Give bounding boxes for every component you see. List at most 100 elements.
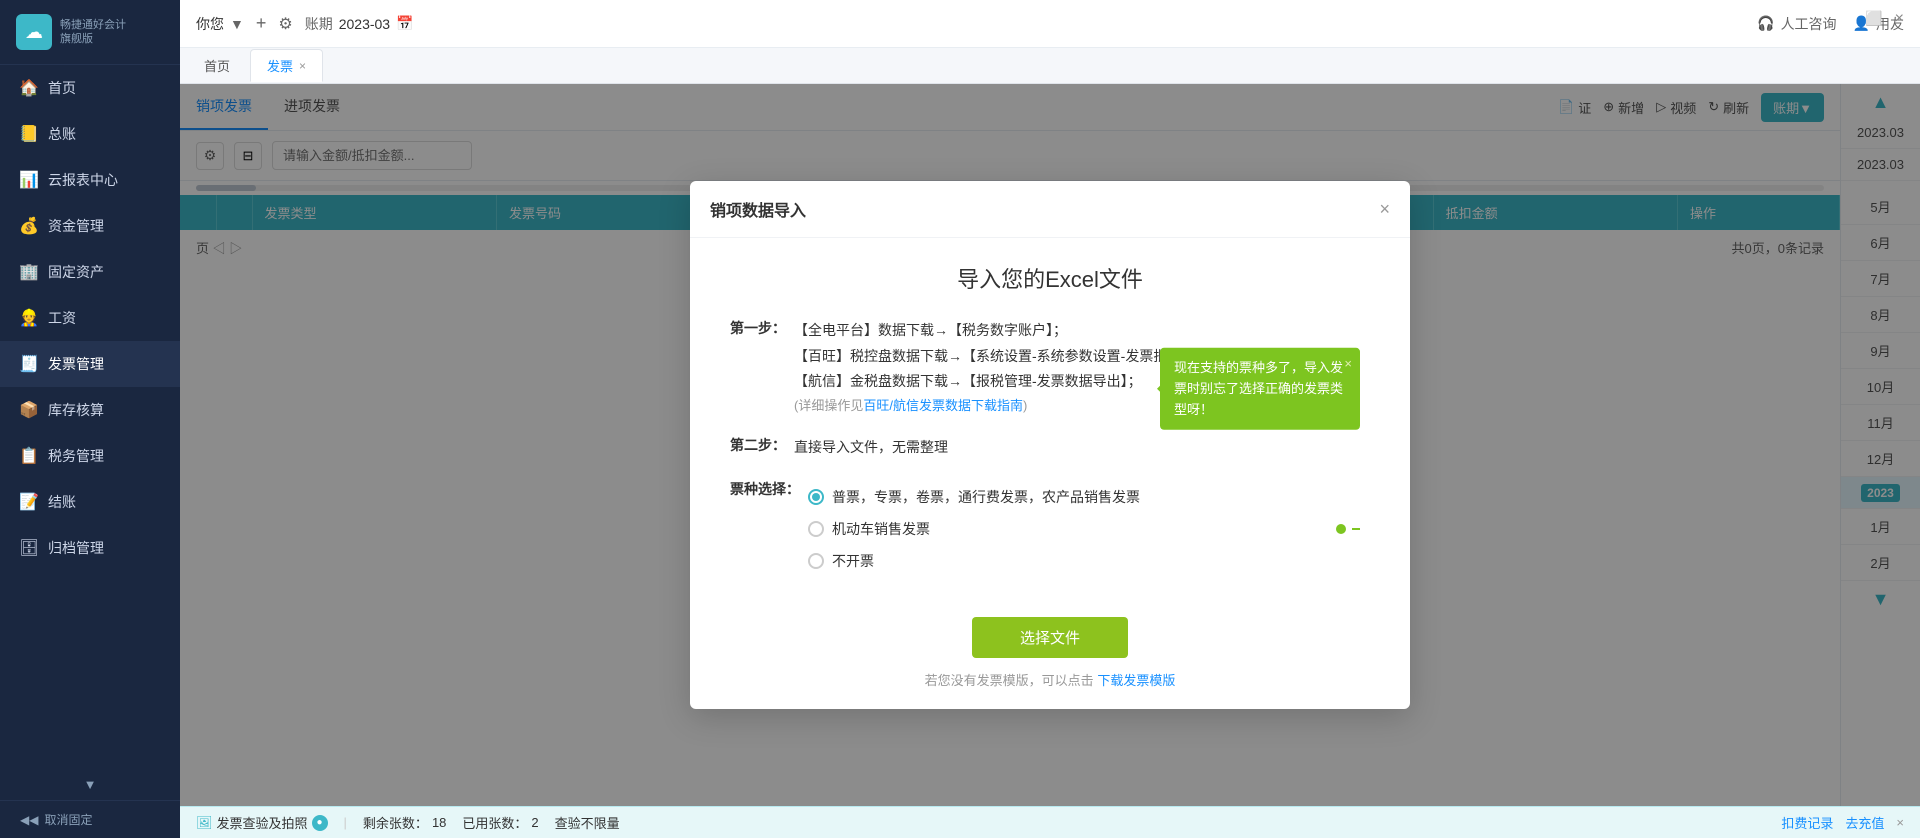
sidebar: ☁ 畅捷通好会计 旗舰版 🏠 首页 📒 总账 📊 云报表中心 💰 资金管	[0, 0, 180, 838]
sidebar-item-salary[interactable]: 👷 工资	[0, 295, 180, 341]
sidebar-item-label: 首页	[48, 78, 76, 98]
download-template-link[interactable]: 下载发票模版	[1097, 673, 1175, 688]
consult-button[interactable]: 🎧 人工咨询	[1757, 14, 1836, 34]
pin-icon: ◀◀	[20, 813, 38, 827]
window-maximize-btn[interactable]: ⬜	[1865, 10, 1882, 28]
salary-icon: 👷	[20, 309, 38, 327]
sidebar-item-cloud-report[interactable]: 📊 云报表中心	[0, 157, 180, 203]
sidebar-item-settle[interactable]: 📝 结账	[0, 479, 180, 525]
invoice-icon: 🧾	[20, 355, 38, 373]
divider-1: |	[344, 815, 347, 830]
recharge-btn[interactable]: 去充值	[1845, 813, 1884, 832]
radio-label: 票种选择：	[730, 479, 800, 499]
sidebar-item-archive[interactable]: 🗄 归档管理	[0, 525, 180, 571]
template-link-row: 若您没有发票模版，可以点击 下载发票模版	[925, 670, 1176, 689]
sidebar-item-label: 结账	[48, 492, 76, 512]
app-logo-icon: ☁	[16, 14, 52, 50]
tab-close-icon[interactable]: ×	[299, 59, 306, 73]
check-limit-item: 查验不限量	[555, 813, 620, 832]
radio-row-1[interactable]: 机动车销售发票	[808, 519, 1140, 539]
sidebar-item-invoice[interactable]: 🧾 发票管理	[0, 341, 180, 387]
sidebar-scroll-down[interactable]: ▼	[0, 769, 180, 800]
radio-btn-2[interactable]	[808, 553, 824, 569]
modal-header: 销项数据导入 ×	[690, 181, 1410, 238]
sidebar-unpin-btn[interactable]: ◀◀ 取消固定	[0, 800, 180, 838]
modal-close-btn[interactable]: ×	[1379, 199, 1390, 220]
radio-row-0[interactable]: 普票，专票，卷票，通行费发票，农产品销售发票	[808, 487, 1140, 507]
topbar: 你您 ▼ + ⚙ 账期 2023-03 📅 🎧 人工咨询 👤 用友	[180, 0, 1920, 48]
invoice-check-badge: ●	[312, 815, 328, 831]
sidebar-item-label: 税务管理	[48, 446, 104, 466]
status-bar: 🖼 发票查验及拍照 ● | 剩余张数： 18 已用张数： 2 查验不限量 扣费记…	[180, 806, 1920, 838]
sidebar-logo: ☁ 畅捷通好会计 旗舰版	[0, 0, 180, 65]
invoice-check-item: 🖼 发票查验及拍照 ●	[196, 813, 328, 832]
headset-icon: 🎧	[1757, 15, 1774, 32]
inventory-icon: 📦	[20, 401, 38, 419]
sidebar-item-inventory[interactable]: 📦 库存核算	[0, 387, 180, 433]
step2-content: 直接导入文件，无需整理	[794, 435, 948, 460]
ledger-icon: 📒	[20, 125, 38, 143]
tax-icon: 📋	[20, 447, 38, 465]
sidebar-nav: 🏠 首页 📒 总账 📊 云报表中心 💰 资金管理 🏢 固定资产 👷 工资	[0, 65, 180, 769]
modal-overlay: 销项数据导入 × 导入您的Excel文件 第一步： 【全电平台】数据下载→【税务…	[180, 84, 1920, 806]
tooltip-text: 现在支持的票种多了，导入发票时别忘了选择正确的发票类型呀！	[1174, 360, 1343, 417]
tooltip-bubble: × 现在支持的票种多了，导入发票时别忘了选择正确的发票类型呀！	[1160, 348, 1360, 430]
sidebar-item-ledger[interactable]: 📒 总账	[0, 111, 180, 157]
home-icon: 🏠	[20, 79, 38, 97]
add-button[interactable]: +	[256, 13, 267, 34]
tab-home[interactable]: 首页	[188, 50, 246, 81]
status-bar-close-btn[interactable]: ×	[1896, 815, 1904, 830]
app-logo-text: 畅捷通好会计 旗舰版	[60, 18, 126, 47]
radio-btn-0[interactable]	[808, 489, 824, 505]
sidebar-item-fund[interactable]: 💰 资金管理	[0, 203, 180, 249]
sidebar-item-label: 资金管理	[48, 216, 104, 236]
tabs-bar: 首页 发票 ×	[180, 48, 1920, 84]
tooltip-close-btn[interactable]: ×	[1344, 354, 1352, 375]
remaining-item: 剩余张数： 18	[363, 813, 446, 832]
sidebar-item-label: 固定资产	[48, 262, 104, 282]
sidebar-item-label: 归档管理	[48, 538, 104, 558]
calendar-icon[interactable]: 📅	[396, 15, 413, 32]
sidebar-item-label: 云报表中心	[48, 170, 118, 190]
modal-heading: 导入您的Excel文件	[730, 262, 1370, 294]
radio-group-row: 票种选择： 普票，专票，卷票，通行费发票，农产品销售发票 机动车销售发票	[730, 479, 1370, 571]
window-close-btn[interactable]: ×	[1895, 10, 1904, 28]
sidebar-item-fixed-assets[interactable]: 🏢 固定资产	[0, 249, 180, 295]
step2-row: 第二步： 直接导入文件，无需整理	[730, 435, 1370, 460]
step2-label: 第二步：	[730, 435, 786, 460]
recharge-record-link[interactable]: 扣费记录	[1781, 813, 1833, 832]
sidebar-item-tax[interactable]: 📋 税务管理	[0, 433, 180, 479]
step1-label: 第一步：	[730, 318, 786, 417]
radio-row-2[interactable]: 不开票	[808, 551, 1140, 571]
archive-icon: 🗄	[20, 539, 38, 557]
tooltip-trigger	[1336, 524, 1360, 534]
settings-icon[interactable]: ⚙	[278, 14, 292, 34]
used-item: 已用张数： 2	[462, 813, 538, 832]
period-value: 2023-03	[339, 16, 390, 32]
period-display: 账期 2023-03 📅	[305, 14, 414, 34]
cloud-report-icon: 📊	[20, 171, 38, 189]
company-arrow-icon: ▼	[230, 16, 244, 32]
sidebar-item-label: 库存核算	[48, 400, 104, 420]
tooltip-line	[1352, 528, 1360, 530]
status-bar-right: 扣费记录 去充值 ×	[1781, 813, 1904, 832]
select-file-btn[interactable]: 选择文件	[972, 617, 1128, 658]
modal-step2: 第二步： 直接导入文件，无需整理	[730, 435, 1370, 460]
sidebar-item-label: 总账	[48, 124, 76, 144]
company-name: 你您	[196, 14, 224, 34]
import-modal: 销项数据导入 × 导入您的Excel文件 第一步： 【全电平台】数据下载→【税务…	[690, 181, 1410, 708]
tab-invoice[interactable]: 发票 ×	[250, 49, 323, 82]
modal-footer: 选择文件 若您没有发票模版，可以点击 下载发票模版	[690, 601, 1410, 709]
ticket-type-group: 普票，专票，卷票，通行费发票，农产品销售发票 机动车销售发票	[808, 487, 1140, 571]
page-content: 销项发票 进项发票 📄 证 ⊕ 新增	[180, 84, 1920, 806]
fund-icon: 💰	[20, 217, 38, 235]
sidebar-item-label: 发票管理	[48, 354, 104, 374]
sidebar-item-home[interactable]: 🏠 首页	[0, 65, 180, 111]
fixed-assets-icon: 🏢	[20, 263, 38, 281]
modal-title: 销项数据导入	[710, 197, 806, 221]
settle-icon: 📝	[20, 493, 38, 511]
radio-btn-1[interactable]	[808, 521, 824, 537]
company-selector[interactable]: 你您 ▼	[196, 14, 244, 34]
sidebar-item-label: 工资	[48, 308, 76, 328]
tooltip-dot	[1336, 524, 1346, 534]
